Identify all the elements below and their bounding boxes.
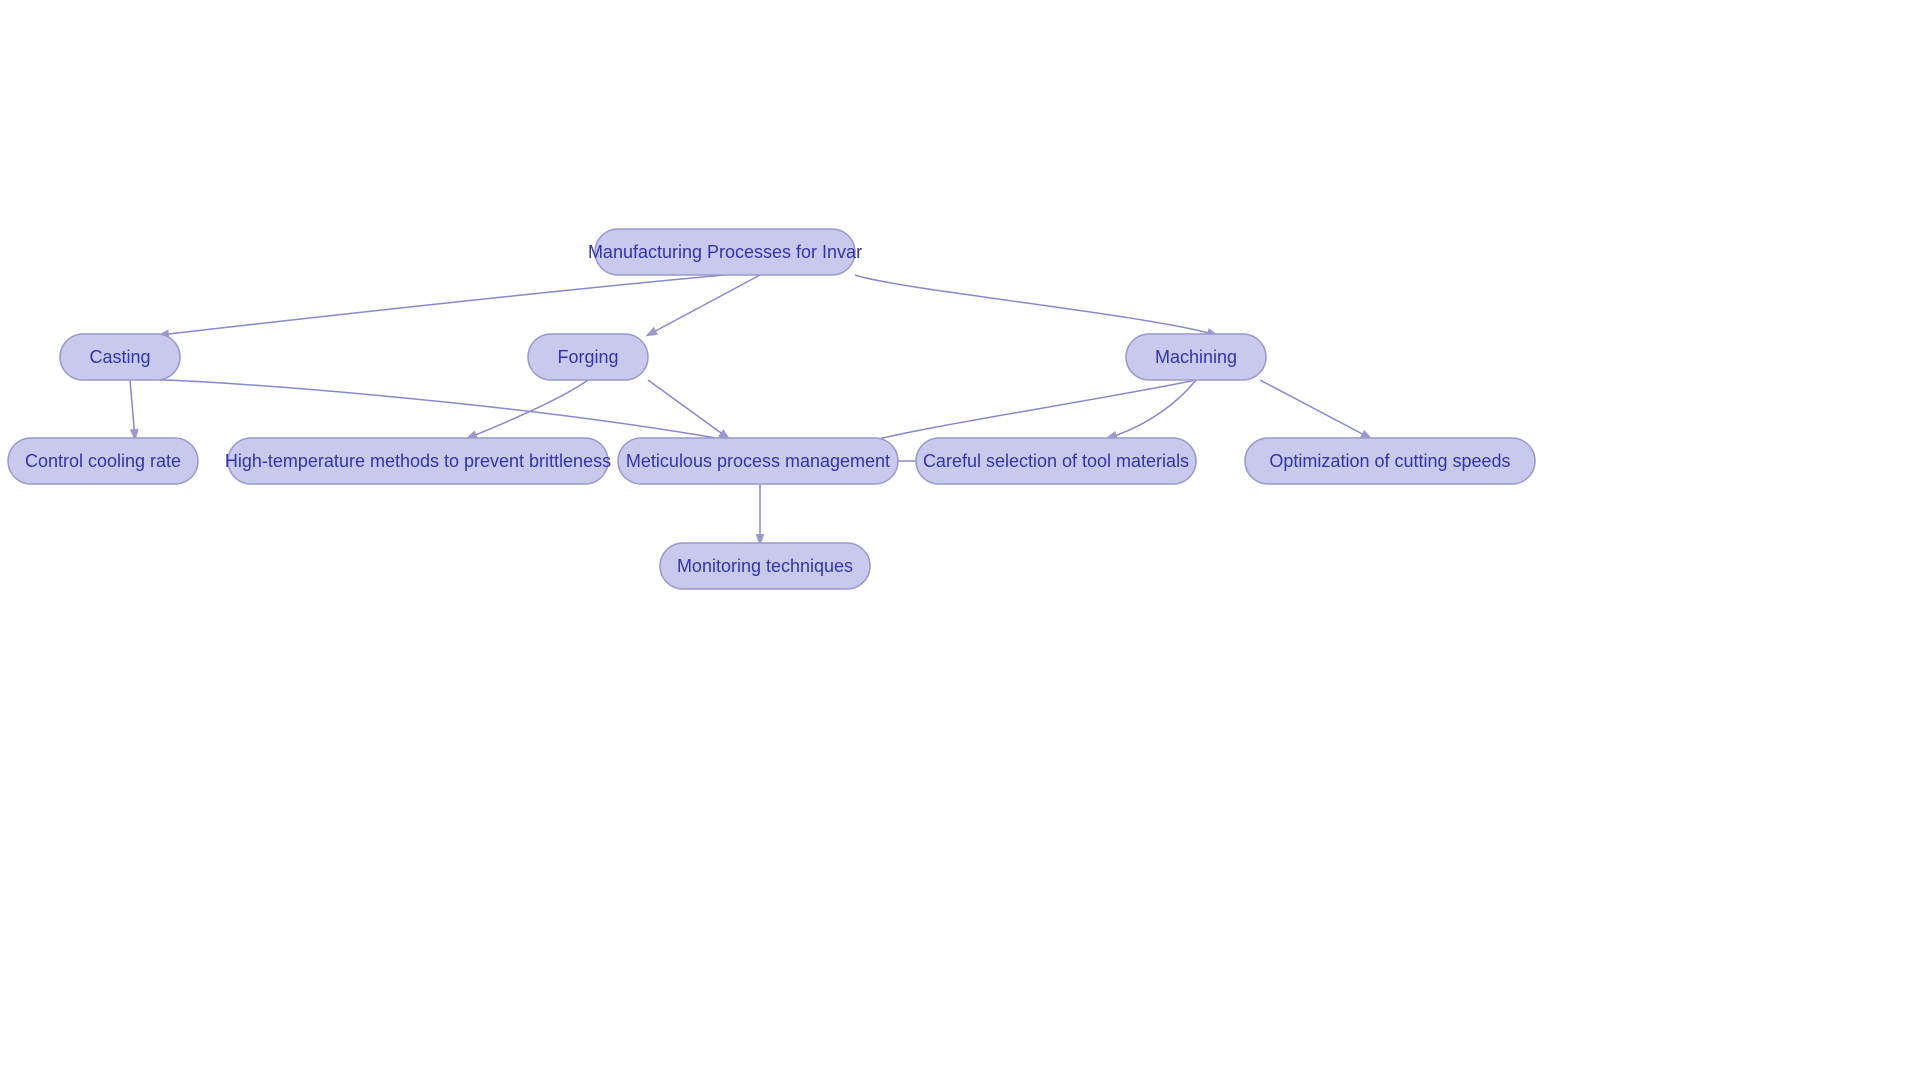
arrow-machining-meticulous [856, 380, 1196, 445]
control-cooling-label: Control cooling rate [25, 451, 181, 471]
arrow-casting-control [130, 380, 135, 438]
arrow-root-machining [855, 275, 1216, 335]
monitoring-label: Monitoring techniques [677, 556, 853, 576]
arrow-casting-meticulous [160, 380, 728, 440]
careful-selection-label: Careful selection of tool materials [923, 451, 1189, 471]
high-temp-label: High-temperature methods to prevent brit… [225, 451, 611, 471]
arrow-machining-optimization [1260, 380, 1370, 438]
casting-label: Casting [89, 347, 150, 367]
optimization-label: Optimization of cutting speeds [1269, 451, 1510, 471]
forging-label: Forging [557, 347, 618, 367]
arrow-root-forging [648, 275, 760, 335]
arrow-root-casting [160, 275, 725, 335]
machining-label: Machining [1155, 347, 1237, 367]
meticulous-label: Meticulous process management [626, 451, 890, 471]
arrow-forging-hightemp [468, 380, 588, 438]
root-label: Manufacturing Processes for Invar [588, 242, 862, 262]
